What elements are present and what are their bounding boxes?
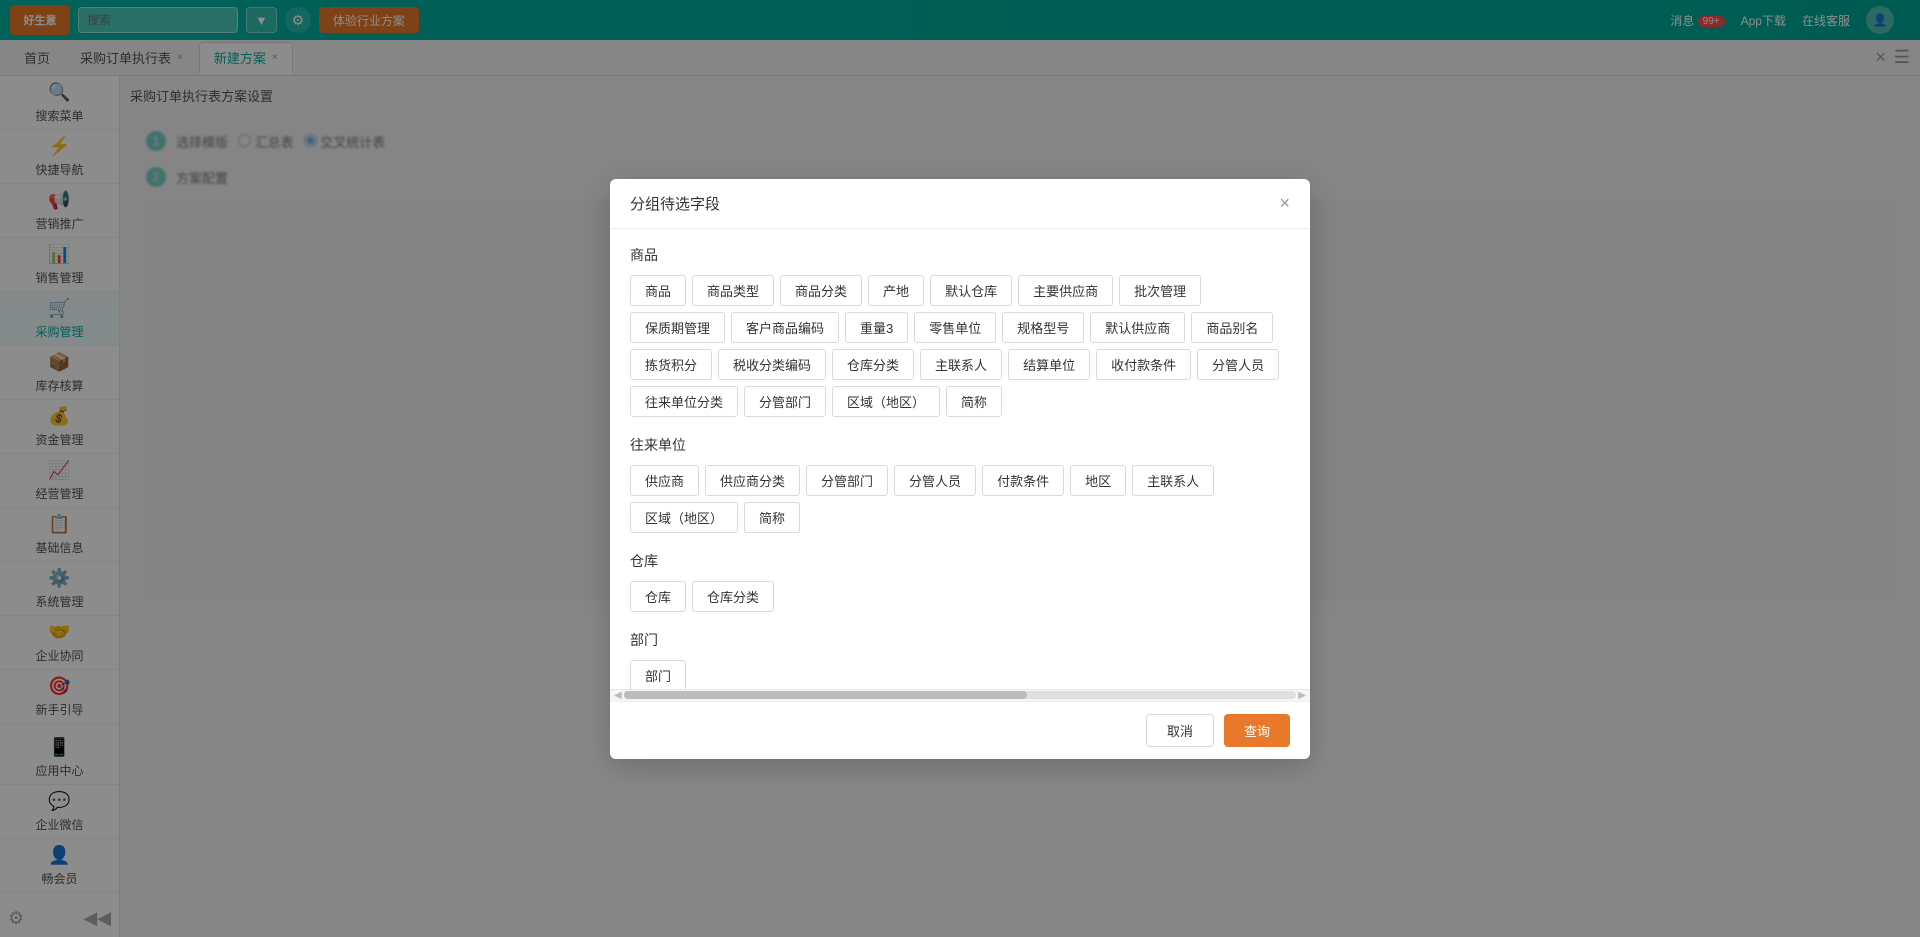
- modal-footer: 取消 查询: [610, 701, 1310, 759]
- field-tag[interactable]: 仓库分类: [832, 349, 914, 380]
- field-tag[interactable]: 供应商: [630, 465, 699, 496]
- field-tag[interactable]: 往来单位分类: [630, 386, 738, 417]
- field-tag[interactable]: 结算单位: [1008, 349, 1090, 380]
- field-tag[interactable]: 保质期管理: [630, 312, 725, 343]
- field-tag[interactable]: 商品: [630, 275, 686, 306]
- section-department-title: 部门: [630, 630, 1290, 650]
- field-tag[interactable]: 规格型号: [1002, 312, 1084, 343]
- goods-field-tags: 商品 商品类型 商品分类 产地 默认仓库 主要供应商 批次管理 保质期管理 客户…: [630, 275, 1290, 417]
- hscroll-thumb[interactable]: [624, 691, 1028, 699]
- field-tag[interactable]: 默认仓库: [930, 275, 1012, 306]
- field-tag[interactable]: 默认供应商: [1090, 312, 1185, 343]
- field-tag[interactable]: 客户商品编码: [731, 312, 839, 343]
- field-tag[interactable]: 付款条件: [982, 465, 1064, 496]
- field-tag[interactable]: 仓库: [630, 581, 686, 612]
- cancel-button[interactable]: 取消: [1146, 714, 1214, 747]
- field-tag[interactable]: 批次管理: [1119, 275, 1201, 306]
- section-warehouse-title: 仓库: [630, 551, 1290, 571]
- section-partner-title: 往来单位: [630, 435, 1290, 455]
- field-tag[interactable]: 部门: [630, 660, 686, 689]
- field-tag[interactable]: 地区: [1070, 465, 1126, 496]
- hscroll-left-arrow[interactable]: ◀: [612, 690, 624, 701]
- field-tag[interactable]: 主联系人: [920, 349, 1002, 380]
- field-tag[interactable]: 分管人员: [894, 465, 976, 496]
- field-tag[interactable]: 简称: [946, 386, 1002, 417]
- field-tag[interactable]: 商品别名: [1191, 312, 1273, 343]
- field-tag[interactable]: 分管部门: [744, 386, 826, 417]
- field-tag[interactable]: 供应商分类: [705, 465, 800, 496]
- field-select-modal: 分组待选字段 × 商品 商品 商品类型 商品分类 产地 默认仓库 主要供应商 批…: [610, 179, 1310, 759]
- section-goods-title: 商品: [630, 245, 1290, 265]
- field-tag[interactable]: 区域（地区）: [630, 502, 738, 533]
- field-tag[interactable]: 简称: [744, 502, 800, 533]
- field-tag[interactable]: 主联系人: [1132, 465, 1214, 496]
- modal-body: 商品 商品 商品类型 商品分类 产地 默认仓库 主要供应商 批次管理 保质期管理…: [610, 229, 1310, 689]
- field-tag[interactable]: 分管部门: [806, 465, 888, 496]
- field-tag[interactable]: 重量3: [845, 312, 908, 343]
- field-tag[interactable]: 税收分类编码: [718, 349, 826, 380]
- partner-field-tags: 供应商 供应商分类 分管部门 分管人员 付款条件 地区 主联系人 区域（地区） …: [630, 465, 1290, 533]
- confirm-button[interactable]: 查询: [1224, 714, 1290, 747]
- field-tag[interactable]: 产地: [868, 275, 924, 306]
- field-tag[interactable]: 商品类型: [692, 275, 774, 306]
- field-tag[interactable]: 拣货积分: [630, 349, 712, 380]
- field-tag[interactable]: 主要供应商: [1018, 275, 1113, 306]
- field-tag[interactable]: 分管人员: [1197, 349, 1279, 380]
- modal-close-button[interactable]: ×: [1279, 193, 1290, 214]
- modal-overlay: 分组待选字段 × 商品 商品 商品类型 商品分类 产地 默认仓库 主要供应商 批…: [0, 0, 1920, 937]
- section-department: 部门 部门: [630, 630, 1290, 689]
- section-partner: 往来单位 供应商 供应商分类 分管部门 分管人员 付款条件 地区 主联系人 区域…: [630, 435, 1290, 533]
- hscroll-track: [624, 691, 1297, 699]
- field-tag[interactable]: 商品分类: [780, 275, 862, 306]
- modal-header: 分组待选字段 ×: [610, 179, 1310, 229]
- warehouse-field-tags: 仓库 仓库分类: [630, 581, 1290, 612]
- field-tag[interactable]: 零售单位: [914, 312, 996, 343]
- field-tag[interactable]: 区域（地区）: [832, 386, 940, 417]
- department-field-tags: 部门: [630, 660, 1290, 689]
- section-warehouse: 仓库 仓库 仓库分类: [630, 551, 1290, 612]
- hscroll-right-arrow[interactable]: ▶: [1296, 690, 1308, 701]
- section-goods: 商品 商品 商品类型 商品分类 产地 默认仓库 主要供应商 批次管理 保质期管理…: [630, 245, 1290, 417]
- modal-horizontal-scrollbar[interactable]: ◀ ▶: [610, 689, 1310, 701]
- field-tag[interactable]: 仓库分类: [692, 581, 774, 612]
- field-tag[interactable]: 收付款条件: [1096, 349, 1191, 380]
- modal-title: 分组待选字段: [630, 193, 720, 214]
